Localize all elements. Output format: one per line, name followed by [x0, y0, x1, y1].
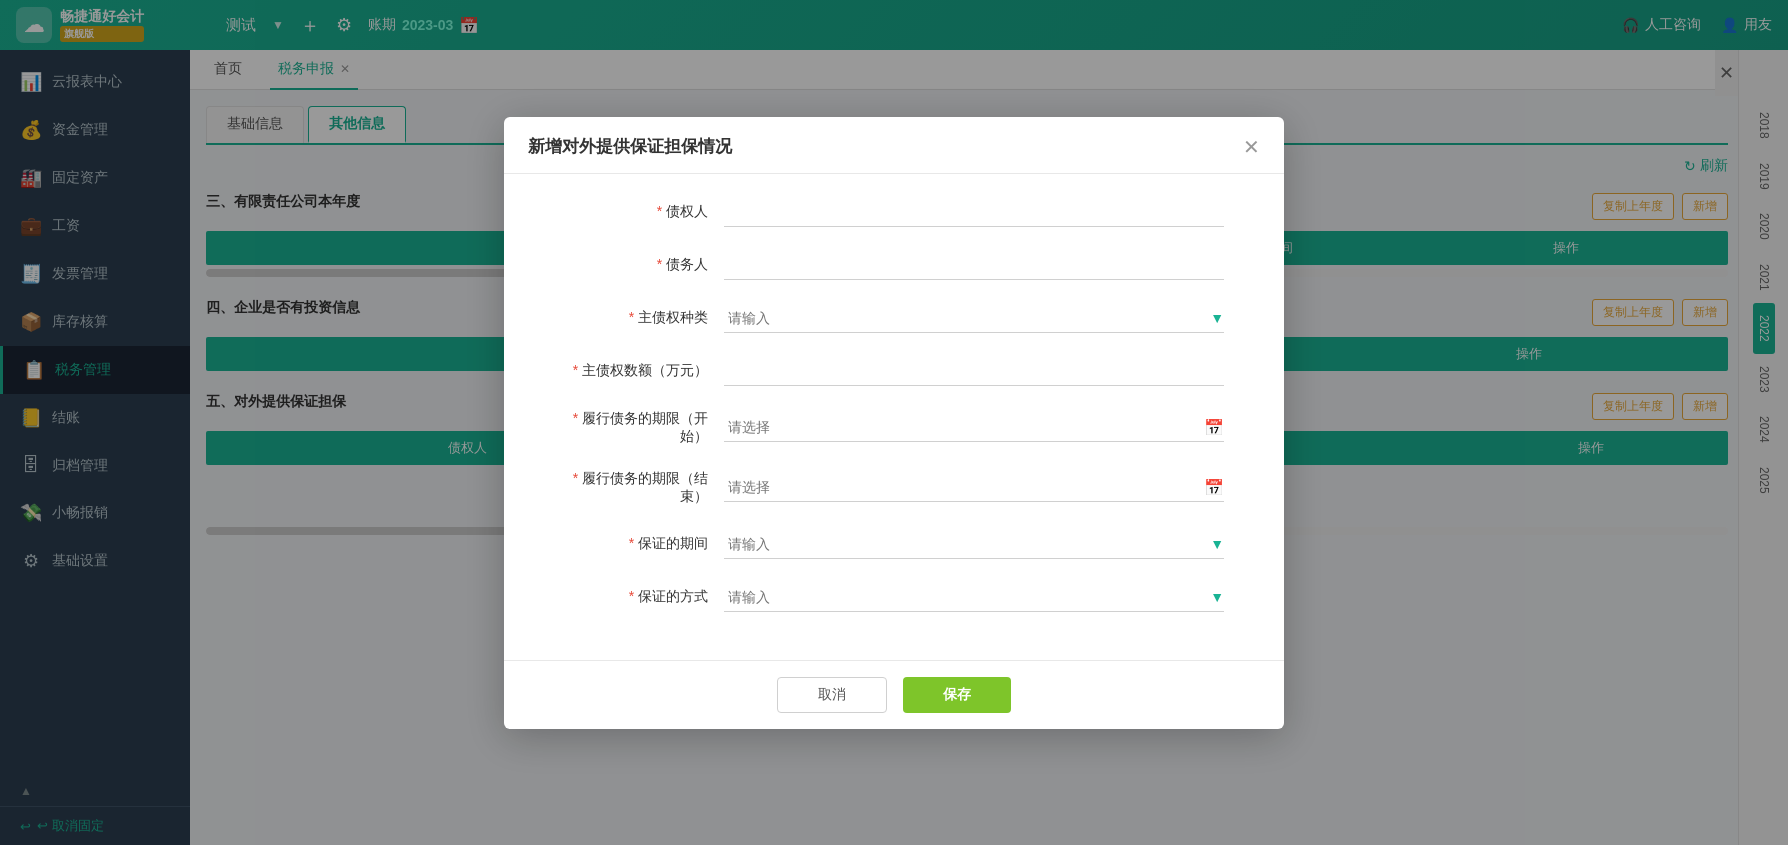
form-row-zhuzhaihuanshu: * 主债权数额（万元）: [564, 357, 1224, 386]
zhuzhaihuanzhonglei-select-wrapper: ▼: [724, 304, 1224, 333]
lvxing-end-label-text: 履行债务的期限（结束）: [582, 470, 708, 504]
form-label-baozheng-fangshi: * 保证的方式: [564, 588, 724, 606]
lvxing-start-date-wrapper: 📅: [724, 413, 1224, 442]
cancel-button[interactable]: 取消: [777, 677, 887, 713]
form-row-zhuzhaihuanzhonglei: * 主债权种类 ▼: [564, 304, 1224, 333]
form-label-lvxing-start: * 履行债务的期限（开始）: [564, 410, 724, 446]
form-label-baozheng-period: * 保证的期间: [564, 535, 724, 553]
baozheng-period-label-text: 保证的期间: [638, 535, 708, 551]
baozheng-period-select-wrapper: ▼: [724, 530, 1224, 559]
form-row-lvxing-start: * 履行债务的期限（开始） 📅: [564, 410, 1224, 446]
modal-close-button[interactable]: ✕: [1243, 135, 1260, 159]
zhuzhaihuanzhonglei-chevron-icon[interactable]: ▼: [1210, 310, 1224, 326]
baozheng-period-input[interactable]: [724, 530, 1210, 558]
lvxing-start-input[interactable]: [724, 413, 1204, 441]
zhaiwuren-label-text: 债务人: [666, 256, 708, 272]
form-label-zhuzhaihuanzhonglei: * 主债权种类: [564, 309, 724, 327]
save-button[interactable]: 保存: [903, 677, 1011, 713]
zhaiquanren-label-text: 债权人: [666, 203, 708, 219]
modal-header: 新增对外提供保证担保情况 ✕: [504, 117, 1284, 174]
baozheng-fangshi-chevron-icon[interactable]: ▼: [1210, 589, 1224, 605]
modal-body: * 债权人 * 债务人 * 主债权种类: [504, 174, 1284, 660]
modal: 新增对外提供保证担保情况 ✕ * 债权人 * 债务人: [504, 117, 1284, 729]
baozheng-period-chevron-icon[interactable]: ▼: [1210, 536, 1224, 552]
form-row-baozheng-period: * 保证的期间 ▼: [564, 530, 1224, 559]
zhuzhaihuanzhonglei-input[interactable]: [724, 304, 1210, 332]
zhuzhaihuanzhonglei-label-text: 主债权种类: [638, 309, 708, 325]
modal-overlay: 新增对外提供保证担保情况 ✕ * 债权人 * 债务人: [0, 0, 1788, 845]
zhaiquanren-input[interactable]: [724, 198, 1224, 227]
lvxing-start-calendar-icon[interactable]: 📅: [1204, 418, 1224, 437]
zhuzhaihuanshu-label-text: 主债权数额（万元）: [582, 362, 708, 378]
lvxing-start-label-text: 履行债务的期限（开始）: [582, 410, 708, 444]
form-row-zhaiquanren: * 债权人: [564, 198, 1224, 227]
form-row-lvxing-end: * 履行债务的期限（结束） 📅: [564, 470, 1224, 506]
form-row-zhaiwuren: * 债务人: [564, 251, 1224, 280]
lvxing-end-calendar-icon[interactable]: 📅: [1204, 478, 1224, 497]
form-label-zhuzhaihuanshu: * 主债权数额（万元）: [564, 362, 724, 380]
lvxing-end-input[interactable]: [724, 473, 1204, 501]
baozheng-fangshi-label-text: 保证的方式: [638, 588, 708, 604]
zhaiwuren-input[interactable]: [724, 251, 1224, 280]
form-row-baozheng-fangshi: * 保证的方式 ▼: [564, 583, 1224, 612]
cancel-label: 取消: [818, 686, 846, 702]
modal-footer: 取消 保存: [504, 660, 1284, 729]
baozheng-fangshi-input[interactable]: [724, 583, 1210, 611]
form-label-zhaiquanren: * 债权人: [564, 203, 724, 221]
zhuzhaihuanshu-input[interactable]: [724, 357, 1224, 386]
form-label-zhaiwuren: * 债务人: [564, 256, 724, 274]
save-label: 保存: [943, 686, 971, 702]
lvxing-end-date-wrapper: 📅: [724, 473, 1224, 502]
modal-title: 新增对外提供保证担保情况: [528, 135, 732, 158]
baozheng-fangshi-select-wrapper: ▼: [724, 583, 1224, 612]
form-label-lvxing-end: * 履行债务的期限（结束）: [564, 470, 724, 506]
